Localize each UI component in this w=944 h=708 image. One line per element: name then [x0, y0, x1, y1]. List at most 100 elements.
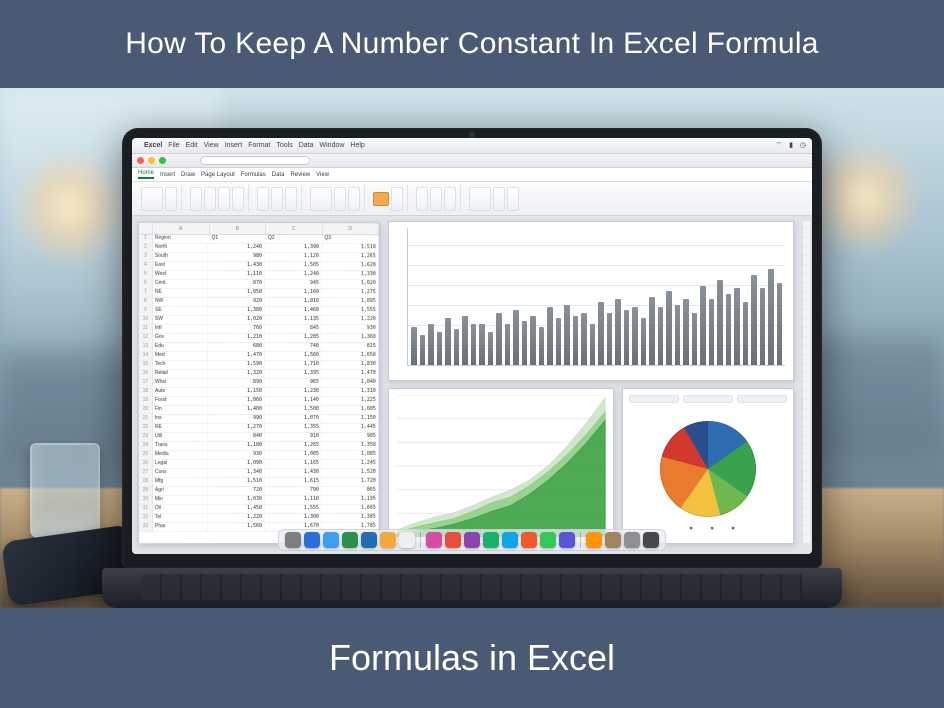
mac-menu-item[interactable]: Window	[320, 142, 345, 149]
dock-app-icon[interactable]	[559, 532, 575, 548]
format-table-button[interactable]	[391, 187, 403, 211]
table-row[interactable]: 8NW9201,0101,095	[139, 298, 379, 307]
ribbon-toolbar[interactable]	[132, 182, 812, 216]
number-format-button[interactable]	[310, 187, 332, 211]
font-color-button[interactable]	[232, 187, 244, 211]
find-button[interactable]	[507, 187, 519, 211]
table-row[interactable]: 17Whsl8909651,040	[139, 379, 379, 388]
ribbon-tab[interactable]: Draw	[181, 172, 195, 178]
dock-app-icon[interactable]	[285, 532, 301, 548]
table-row[interactable]: 18Auto1,1501,2301,310	[139, 388, 379, 397]
table-row[interactable]: 13Edu680740815	[139, 343, 379, 352]
dock-app-icon[interactable]	[605, 532, 621, 548]
cut-button[interactable]	[165, 187, 177, 211]
ribbon-tabs[interactable]: Home Insert Draw Page Layout Formulas Data Rev…	[132, 168, 812, 182]
dock-app-icon[interactable]	[483, 532, 499, 548]
side-ruler	[802, 221, 810, 543]
table-row[interactable]: 25Media9301,0051,085	[139, 451, 379, 460]
bold-button[interactable]	[190, 187, 202, 211]
sheet-rows[interactable]: 1RegionQ1Q2Q32North1,2401,3901,5103South…	[139, 235, 379, 532]
sort-filter-button[interactable]	[493, 187, 505, 211]
table-row[interactable]: 30Min1,0301,1101,195	[139, 496, 379, 505]
table-row[interactable]: 2North1,2401,3901,510	[139, 244, 379, 253]
mac-menu-item[interactable]: File	[168, 142, 179, 149]
dock-app-icon[interactable]	[464, 532, 480, 548]
table-row[interactable]: 16Retail1,3201,3951,470	[139, 370, 379, 379]
excel-search-input[interactable]	[200, 156, 310, 165]
insert-cell-button[interactable]	[416, 187, 428, 211]
mac-menu-item[interactable]: Excel	[144, 142, 162, 149]
align-left-button[interactable]	[257, 187, 269, 211]
ribbon-tab[interactable]: Page Layout	[201, 172, 235, 178]
ribbon-tab[interactable]: Data	[272, 172, 285, 178]
mac-menu-item[interactable]: Format	[248, 142, 270, 149]
spreadsheet-panel[interactable]: ABCD 1RegionQ1Q2Q32North1,2401,3901,5103…	[138, 222, 380, 544]
ribbon-tab[interactable]: Insert	[160, 172, 175, 178]
window-traffic-lights[interactable]	[137, 157, 166, 164]
mac-menu-item[interactable]: View	[204, 142, 219, 149]
table-row[interactable]: 1RegionQ1Q2Q3	[139, 235, 379, 244]
percent-button[interactable]	[334, 187, 346, 211]
dock-app-icon[interactable]	[643, 532, 659, 548]
close-icon[interactable]	[137, 157, 144, 164]
maximize-icon[interactable]	[159, 157, 166, 164]
dock-app-icon[interactable]	[361, 532, 377, 548]
table-row[interactable]: 29Agri720790865	[139, 487, 379, 496]
table-row[interactable]: 24Trans1,1801,2651,350	[139, 442, 379, 451]
dock-app-icon[interactable]	[445, 532, 461, 548]
ribbon-tab[interactable]: Home	[138, 170, 154, 179]
table-row[interactable]: 27Cons1,3401,4301,520	[139, 469, 379, 478]
comma-button[interactable]	[348, 187, 360, 211]
autosum-button[interactable]	[469, 187, 491, 211]
table-row[interactable]: 22RE1,2701,3551,445	[139, 424, 379, 433]
mac-menu-item[interactable]: Insert	[225, 142, 243, 149]
minimize-icon[interactable]	[148, 157, 155, 164]
table-row[interactable]: 12Gov1,2101,2851,360	[139, 334, 379, 343]
table-row[interactable]: 9SE1,3801,4601,555	[139, 307, 379, 316]
table-row[interactable]: 5West1,1101,2401,330	[139, 271, 379, 280]
table-row[interactable]: 31Oil1,4501,5551,665	[139, 505, 379, 514]
table-row[interactable]: 20Fin1,4001,5001,605	[139, 406, 379, 415]
table-row[interactable]: 14Med1,4701,5601,650	[139, 352, 379, 361]
mac-menu-item[interactable]: Data	[299, 142, 314, 149]
dock-app-icon[interactable]	[540, 532, 556, 548]
table-row[interactable]: 21Ins9901,0701,150	[139, 415, 379, 424]
delete-cell-button[interactable]	[430, 187, 442, 211]
table-row[interactable]: 4East1,4301,5051,620	[139, 262, 379, 271]
format-cell-button[interactable]	[444, 187, 456, 211]
dock-app-icon[interactable]	[342, 532, 358, 548]
table-row[interactable]: 15Tech1,5901,7101,830	[139, 361, 379, 370]
dock-app-icon[interactable]	[323, 532, 339, 548]
italic-button[interactable]	[204, 187, 216, 211]
table-row[interactable]: 19Food1,0601,1401,225	[139, 397, 379, 406]
table-row[interactable]: 26Legal1,0901,1651,245	[139, 460, 379, 469]
table-row[interactable]: 23Util840910985	[139, 433, 379, 442]
dock-app-icon[interactable]	[304, 532, 320, 548]
dock-app-icon[interactable]	[586, 532, 602, 548]
dock-app-icon[interactable]	[399, 532, 415, 548]
paste-button[interactable]	[141, 187, 163, 211]
align-center-button[interactable]	[271, 187, 283, 211]
dock-app-icon[interactable]	[521, 532, 537, 548]
dock-app-icon[interactable]	[624, 532, 640, 548]
table-row[interactable]: 11Intl760845930	[139, 325, 379, 334]
table-row[interactable]: 6Cent.8709451,020	[139, 280, 379, 289]
ribbon-tab[interactable]: Formulas	[241, 172, 266, 178]
mac-menu-item[interactable]: Help	[350, 142, 364, 149]
cell-style-swatch[interactable]	[373, 192, 389, 206]
underline-button[interactable]	[218, 187, 230, 211]
table-row[interactable]: 3South9801,1201,265	[139, 253, 379, 262]
align-right-button[interactable]	[285, 187, 297, 211]
mac-menu-item[interactable]: Tools	[276, 142, 292, 149]
ribbon-tab[interactable]: View	[316, 172, 329, 178]
dock-app-icon[interactable]	[380, 532, 396, 548]
dock-app-icon[interactable]	[426, 532, 442, 548]
mac-dock[interactable]	[278, 529, 666, 551]
ribbon-tab[interactable]: Review	[290, 172, 310, 178]
table-row[interactable]: 28Mfg1,5101,6151,720	[139, 478, 379, 487]
table-row[interactable]: 32Tel1,2201,3001,385	[139, 514, 379, 523]
mac-menu-item[interactable]: Edit	[186, 142, 198, 149]
table-row[interactable]: 7NE1,0501,1601,275	[139, 289, 379, 298]
dock-app-icon[interactable]	[502, 532, 518, 548]
table-row[interactable]: 10SW1,0201,1351,220	[139, 316, 379, 325]
